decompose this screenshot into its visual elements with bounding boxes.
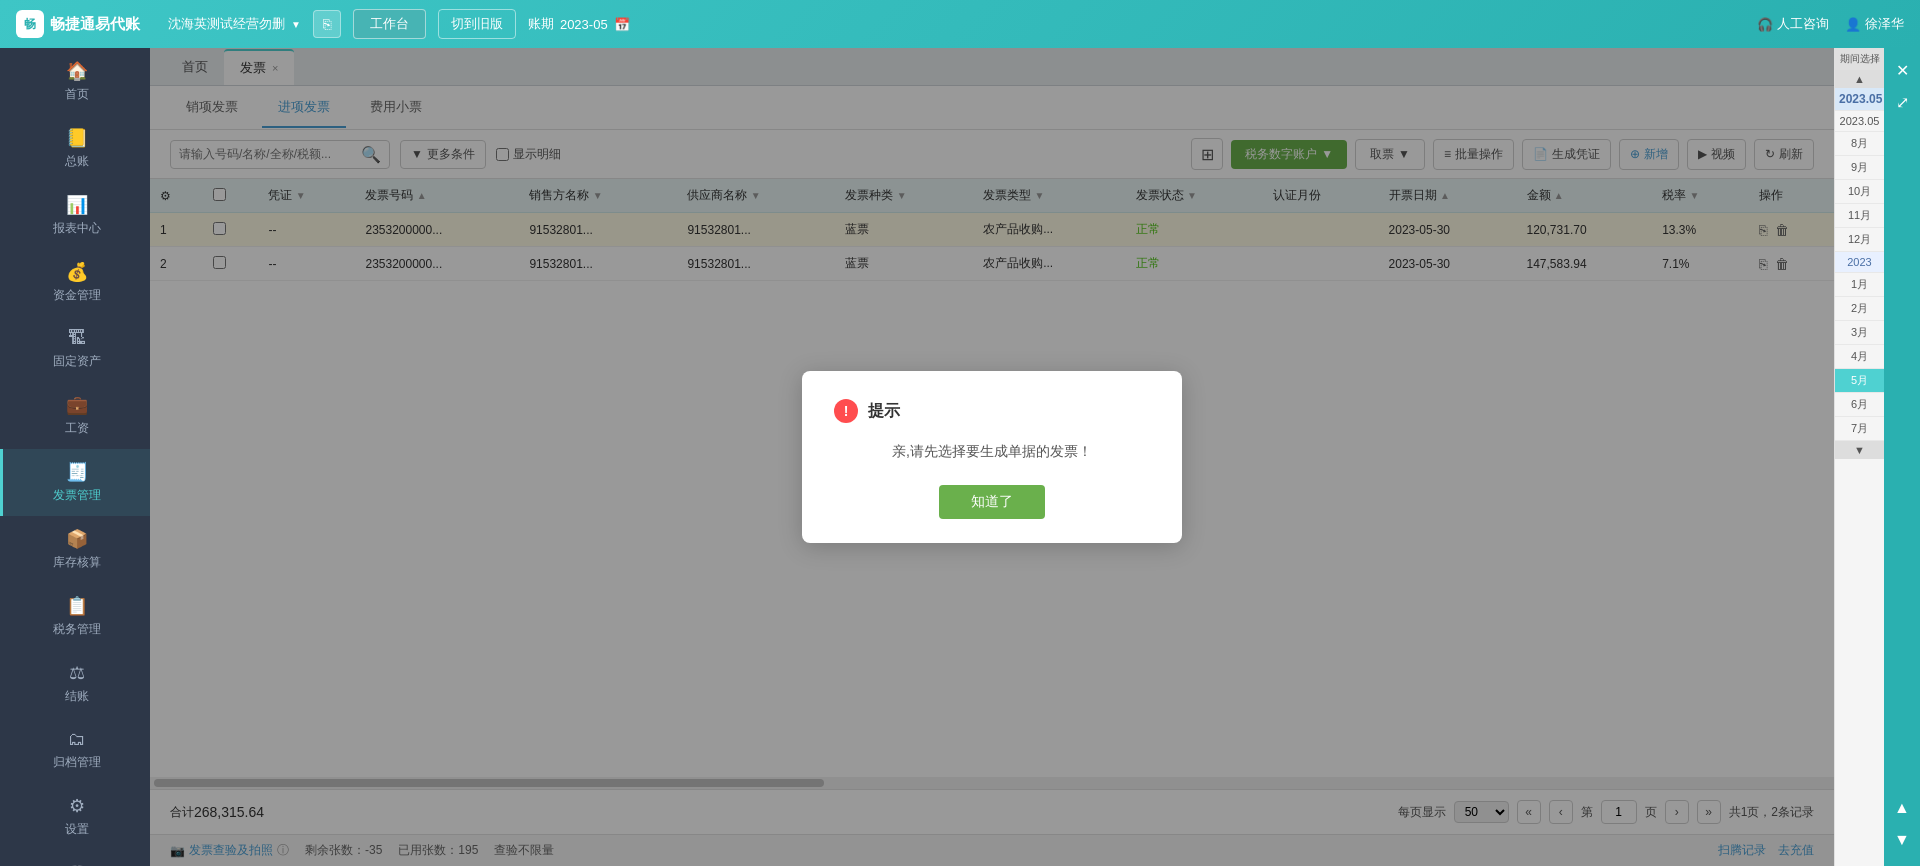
- period-item-10[interactable]: 10月: [1835, 180, 1884, 204]
- tax-icon: 📋: [66, 595, 88, 617]
- switch-button[interactable]: 切到旧版: [438, 9, 516, 39]
- right-panel: ✕ ⤢ ▲ ▼: [1884, 48, 1920, 866]
- user-info[interactable]: 👤 徐泽华: [1845, 15, 1904, 33]
- guide-icon: 📖: [66, 862, 88, 866]
- period-item-4[interactable]: 4月: [1835, 345, 1884, 369]
- right-panel-up-icon[interactable]: ▲: [1888, 794, 1916, 822]
- period-item-7[interactable]: 7月: [1835, 417, 1884, 441]
- sidebar-label-archive: 归档管理: [53, 754, 101, 771]
- period-down-button[interactable]: ▼: [1835, 441, 1884, 459]
- company-selector[interactable]: 沈海英测试经营勿删 ▼: [168, 15, 301, 33]
- sidebar-item-home[interactable]: 🏠 首页: [0, 48, 150, 115]
- period-item-11[interactable]: 11月: [1835, 204, 1884, 228]
- period-value: 2023-05: [560, 17, 608, 32]
- period-item-9[interactable]: 9月: [1835, 156, 1884, 180]
- period-up-button[interactable]: ▲: [1835, 70, 1884, 88]
- support-label: 人工咨询: [1777, 15, 1829, 33]
- period-item-2[interactable]: 2月: [1835, 297, 1884, 321]
- modal-title-text: 提示: [868, 401, 900, 422]
- period-item-8[interactable]: 8月: [1835, 132, 1884, 156]
- sidebar-item-assets[interactable]: 🏗 固定资产: [0, 316, 150, 382]
- settings-icon: ⚙: [69, 795, 85, 817]
- user-name: 徐泽华: [1865, 15, 1904, 33]
- period-info: 账期 2023-05 📅: [528, 15, 630, 33]
- invoices-icon: 🧾: [66, 461, 88, 483]
- modal-footer: 知道了: [834, 485, 1150, 519]
- workbench-button[interactable]: 工作台: [353, 9, 426, 39]
- reports-icon: 📊: [66, 194, 88, 216]
- sidebar-label-home: 首页: [65, 86, 89, 103]
- sidebar-item-settings[interactable]: ⚙ 设置: [0, 783, 150, 850]
- modal-confirm-button[interactable]: 知道了: [939, 485, 1045, 519]
- period-header-line1: 期间选择: [1837, 52, 1882, 66]
- funds-icon: 💰: [66, 261, 88, 283]
- sidebar-item-funds[interactable]: 💰 资金管理: [0, 249, 150, 316]
- ledger-icon: 📒: [66, 127, 88, 149]
- right-panel-bottom: ▲ ▼: [1888, 794, 1916, 858]
- archive-icon: 🗂: [68, 729, 86, 750]
- home-icon: 🏠: [66, 60, 88, 82]
- period-item-5[interactable]: 5月: [1835, 369, 1884, 393]
- settlement-icon: ⚖: [69, 662, 85, 684]
- main-layout: 🏠 首页 📒 总账 📊 报表中心 💰 资金管理 🏗 固定资产 💼 工资 🧾 发票…: [0, 48, 1920, 866]
- company-name: 沈海英测试经营勿删: [168, 15, 285, 33]
- period-item-3[interactable]: 3月: [1835, 321, 1884, 345]
- sidebar-label-salary: 工资: [65, 420, 89, 437]
- modal-warning-icon: !: [834, 399, 858, 423]
- headset-icon: 🎧: [1757, 17, 1773, 32]
- modal-body: 亲,请先选择要生成单据的发票！: [834, 443, 1150, 461]
- sidebar-item-guide[interactable]: 📖 新手引导: [0, 850, 150, 866]
- sidebar-label-assets: 固定资产: [53, 353, 101, 370]
- period-item-12[interactable]: 12月: [1835, 228, 1884, 252]
- top-header: 畅 畅捷通易代账 沈海英测试经营勿删 ▼ ⎘ 工作台 切到旧版 账期 2023-…: [0, 0, 1920, 48]
- sidebar-item-invoices[interactable]: 🧾 发票管理: [0, 449, 150, 516]
- period-item-0523[interactable]: 2023.05: [1835, 111, 1884, 132]
- modal-title: ! 提示: [834, 399, 1150, 423]
- salary-icon: 💼: [66, 394, 88, 416]
- sidebar-label-inventory: 库存核算: [53, 554, 101, 571]
- sidebar-label-tax: 税务管理: [53, 621, 101, 638]
- sidebar-item-settlement[interactable]: ⚖ 结账: [0, 650, 150, 717]
- copy-button[interactable]: ⎘: [313, 10, 341, 38]
- chevron-down-icon: ▼: [291, 19, 301, 30]
- right-panel-expand-button[interactable]: ⤢: [1888, 88, 1916, 116]
- period-item-6[interactable]: 6月: [1835, 393, 1884, 417]
- logo-icon: 畅: [16, 10, 44, 38]
- calendar-icon[interactable]: 📅: [614, 17, 630, 32]
- sidebar-item-reports[interactable]: 📊 报表中心: [0, 182, 150, 249]
- support-link[interactable]: 🎧 人工咨询: [1757, 15, 1829, 33]
- period-item-2023[interactable]: 2023: [1835, 252, 1884, 273]
- modal-overlay: ! 提示 亲,请先选择要生成单据的发票！ 知道了: [150, 48, 1834, 866]
- modal-message: 亲,请先选择要生成单据的发票！: [892, 443, 1092, 459]
- period-item-1[interactable]: 1月: [1835, 273, 1884, 297]
- sidebar-item-tax[interactable]: 📋 税务管理: [0, 583, 150, 650]
- sidebar-label-invoices: 发票管理: [53, 487, 101, 504]
- period-selector: 期间选择 ▲ 2023.05 2023.05 8月 9月 10月 11月 12月…: [1834, 48, 1884, 866]
- sidebar-item-ledger[interactable]: 📒 总账: [0, 115, 150, 182]
- modal-box: ! 提示 亲,请先选择要生成单据的发票！ 知道了: [802, 371, 1182, 543]
- sidebar-item-archive[interactable]: 🗂 归档管理: [0, 717, 150, 783]
- sidebar-item-salary[interactable]: 💼 工资: [0, 382, 150, 449]
- assets-icon: 🏗: [68, 328, 86, 349]
- sidebar-label-settings: 设置: [65, 821, 89, 838]
- sidebar-label-funds: 资金管理: [53, 287, 101, 304]
- user-icon: 👤: [1845, 17, 1861, 32]
- right-panel-close-button[interactable]: ✕: [1888, 56, 1916, 84]
- sidebar-label-ledger: 总账: [65, 153, 89, 170]
- header-right: 🎧 人工咨询 👤 徐泽华: [1757, 15, 1904, 33]
- inventory-icon: 📦: [66, 528, 88, 550]
- right-panel-down-icon[interactable]: ▼: [1888, 826, 1916, 854]
- app-logo: 畅 畅捷通易代账: [16, 10, 140, 38]
- period-label: 账期: [528, 15, 554, 33]
- period-item-year-label[interactable]: 2023.05: [1835, 88, 1884, 111]
- sidebar-label-reports: 报表中心: [53, 220, 101, 237]
- sidebar-item-inventory[interactable]: 📦 库存核算: [0, 516, 150, 583]
- period-selector-header: 期间选择: [1835, 48, 1884, 70]
- app-title: 畅捷通易代账: [50, 15, 140, 34]
- sidebar-label-settlement: 结账: [65, 688, 89, 705]
- content-area: 首页 发票 × 销项发票 进项发票 费用小: [150, 48, 1834, 866]
- sidebar: 🏠 首页 📒 总账 📊 报表中心 💰 资金管理 🏗 固定资产 💼 工资 🧾 发票…: [0, 48, 150, 866]
